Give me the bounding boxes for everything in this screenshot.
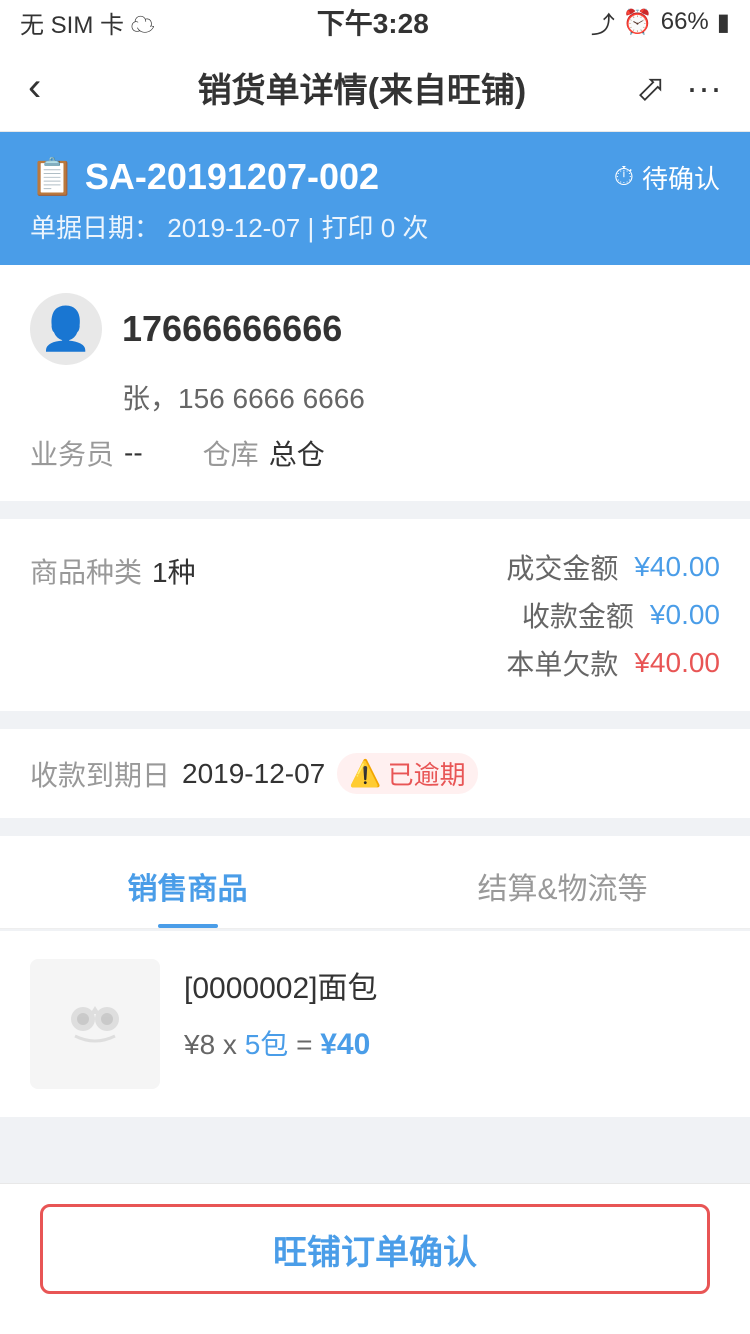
staff-info: 业务员 -- (30, 433, 143, 473)
status-clock-icon: ⏱ (614, 161, 634, 193)
product-section: [0000002]面包 ¥8 x 5包 = ¥40 (0, 931, 750, 1117)
product-info: [0000002]面包 ¥8 x 5包 = ¥40 (184, 959, 720, 1063)
print-label: | 打印 (307, 213, 380, 243)
status-text: 待确认 (642, 159, 720, 196)
customer-phone: 17666666666 (122, 308, 342, 350)
due-label: 收款到期日 (30, 754, 170, 794)
status-time: 下午3:28 (317, 2, 429, 42)
overdue-icon: ⚠️ (349, 758, 381, 789)
owed-value: ¥40.00 (634, 647, 720, 679)
order-id: 📋 SA-20191207-002 (30, 156, 379, 198)
warehouse-value: 总仓 (269, 433, 325, 473)
order-icon: 📋 (30, 156, 75, 198)
product-type-value: 1种 (152, 551, 196, 591)
battery-icon: ▮ (717, 8, 730, 37)
tab-settlement[interactable]: 结算&物流等 (375, 836, 750, 928)
due-date-section: 收款到期日 2019-12-07 ⚠️ 已逾期 (0, 729, 750, 818)
more-icon[interactable]: ··· (686, 67, 722, 109)
confirm-order-button[interactable]: 旺铺订单确认 (40, 1204, 710, 1294)
warehouse-info: 仓库 总仓 (203, 433, 325, 473)
order-date: 单据日期： 2019-12-07 | 打印 0 次 (30, 208, 720, 245)
date-label: 单据日期： (30, 213, 160, 243)
back-button[interactable]: ‹ (28, 65, 88, 110)
summary-section: 商品种类 1种 成交金额 ¥40.00 收款金额 ¥0.00 本单欠款 ¥40.… (0, 519, 750, 711)
tabs-row: 销售商品 结算&物流等 (0, 836, 750, 929)
received-label: 收款金额 (522, 595, 634, 635)
product-name: [0000002]面包 (184, 963, 720, 1007)
owed-amount: 本单欠款 ¥40.00 (506, 643, 720, 683)
alarm-icon: ⏰ (623, 8, 653, 37)
product-price-row: ¥8 x 5包 = ¥40 (184, 1023, 720, 1063)
status-right: ⤴ ⏰ 66% ▮ (591, 5, 730, 40)
divider-2 (0, 713, 750, 729)
tab-sales-goods[interactable]: 销售商品 (0, 836, 375, 928)
tabs-section: 销售商品 结算&物流等 (0, 836, 750, 929)
order-id-text: SA-20191207-002 (85, 156, 379, 198)
due-date-value: 2019-12-07 (182, 758, 325, 790)
product-type-label: 商品种类 (30, 551, 142, 591)
product-item: [0000002]面包 ¥8 x 5包 = ¥40 (30, 959, 720, 1089)
product-equals: = (296, 1029, 320, 1060)
page-title: 销货单详情(来自旺铺) (198, 63, 527, 112)
nav-actions: ⬀ ··· (636, 67, 722, 109)
transaction-amount: 成交金额 ¥40.00 (506, 547, 720, 587)
sim-label: 无 SIM 卡 ☁ (20, 5, 155, 40)
battery-label: 66% (661, 8, 709, 36)
overdue-text: 已逾期 (388, 755, 466, 792)
bottom-bar: 旺铺订单确认 (0, 1183, 750, 1334)
share-icon[interactable]: ⬀ (636, 67, 666, 109)
status-left: 无 SIM 卡 ☁ (20, 5, 155, 40)
location-icon: ⤴ (591, 5, 615, 40)
nav-bar: ‹ 销货单详情(来自旺铺) ⬀ ··· (0, 44, 750, 132)
customer-meta: 业务员 -- 仓库 总仓 (30, 433, 720, 473)
status-bar: 无 SIM 卡 ☁ 下午3:28 ⤴ ⏰ 66% ▮ (0, 0, 750, 44)
product-logo-icon (55, 994, 135, 1054)
divider-1 (0, 503, 750, 519)
order-header: 📋 SA-20191207-002 ⏱ 待确认 单据日期： 2019-12-07… (0, 132, 750, 265)
transaction-label: 成交金额 (506, 547, 618, 587)
customer-section: 👤 17666666666 张，156 6666 6666 业务员 -- 仓库 … (0, 265, 750, 501)
received-amount: 收款金额 ¥0.00 (522, 595, 720, 635)
warehouse-label: 仓库 (203, 433, 259, 473)
print-count: 0 (381, 213, 395, 243)
product-unit-price: ¥8 x (184, 1029, 245, 1060)
transaction-value: ¥40.00 (634, 551, 720, 583)
product-quantity: 5包 (245, 1029, 289, 1060)
customer-name: 张，156 6666 6666 (30, 377, 720, 417)
print-suffix: 次 (402, 213, 428, 243)
date-value: 2019-12-07 (167, 213, 300, 243)
product-total: ¥40 (320, 1028, 370, 1061)
product-type: 商品种类 1种 (30, 547, 196, 591)
amounts: 成交金额 ¥40.00 收款金额 ¥0.00 本单欠款 ¥40.00 (506, 547, 720, 683)
order-status: ⏱ 待确认 (614, 159, 720, 196)
staff-value: -- (124, 437, 143, 469)
avatar-icon: 👤 (40, 305, 92, 354)
product-thumbnail (30, 959, 160, 1089)
received-value: ¥0.00 (650, 599, 720, 631)
owed-label: 本单欠款 (506, 643, 618, 683)
staff-label: 业务员 (30, 433, 114, 473)
avatar: 👤 (30, 293, 102, 365)
divider-3 (0, 820, 750, 836)
overdue-badge: ⚠️ 已逾期 (337, 753, 477, 794)
